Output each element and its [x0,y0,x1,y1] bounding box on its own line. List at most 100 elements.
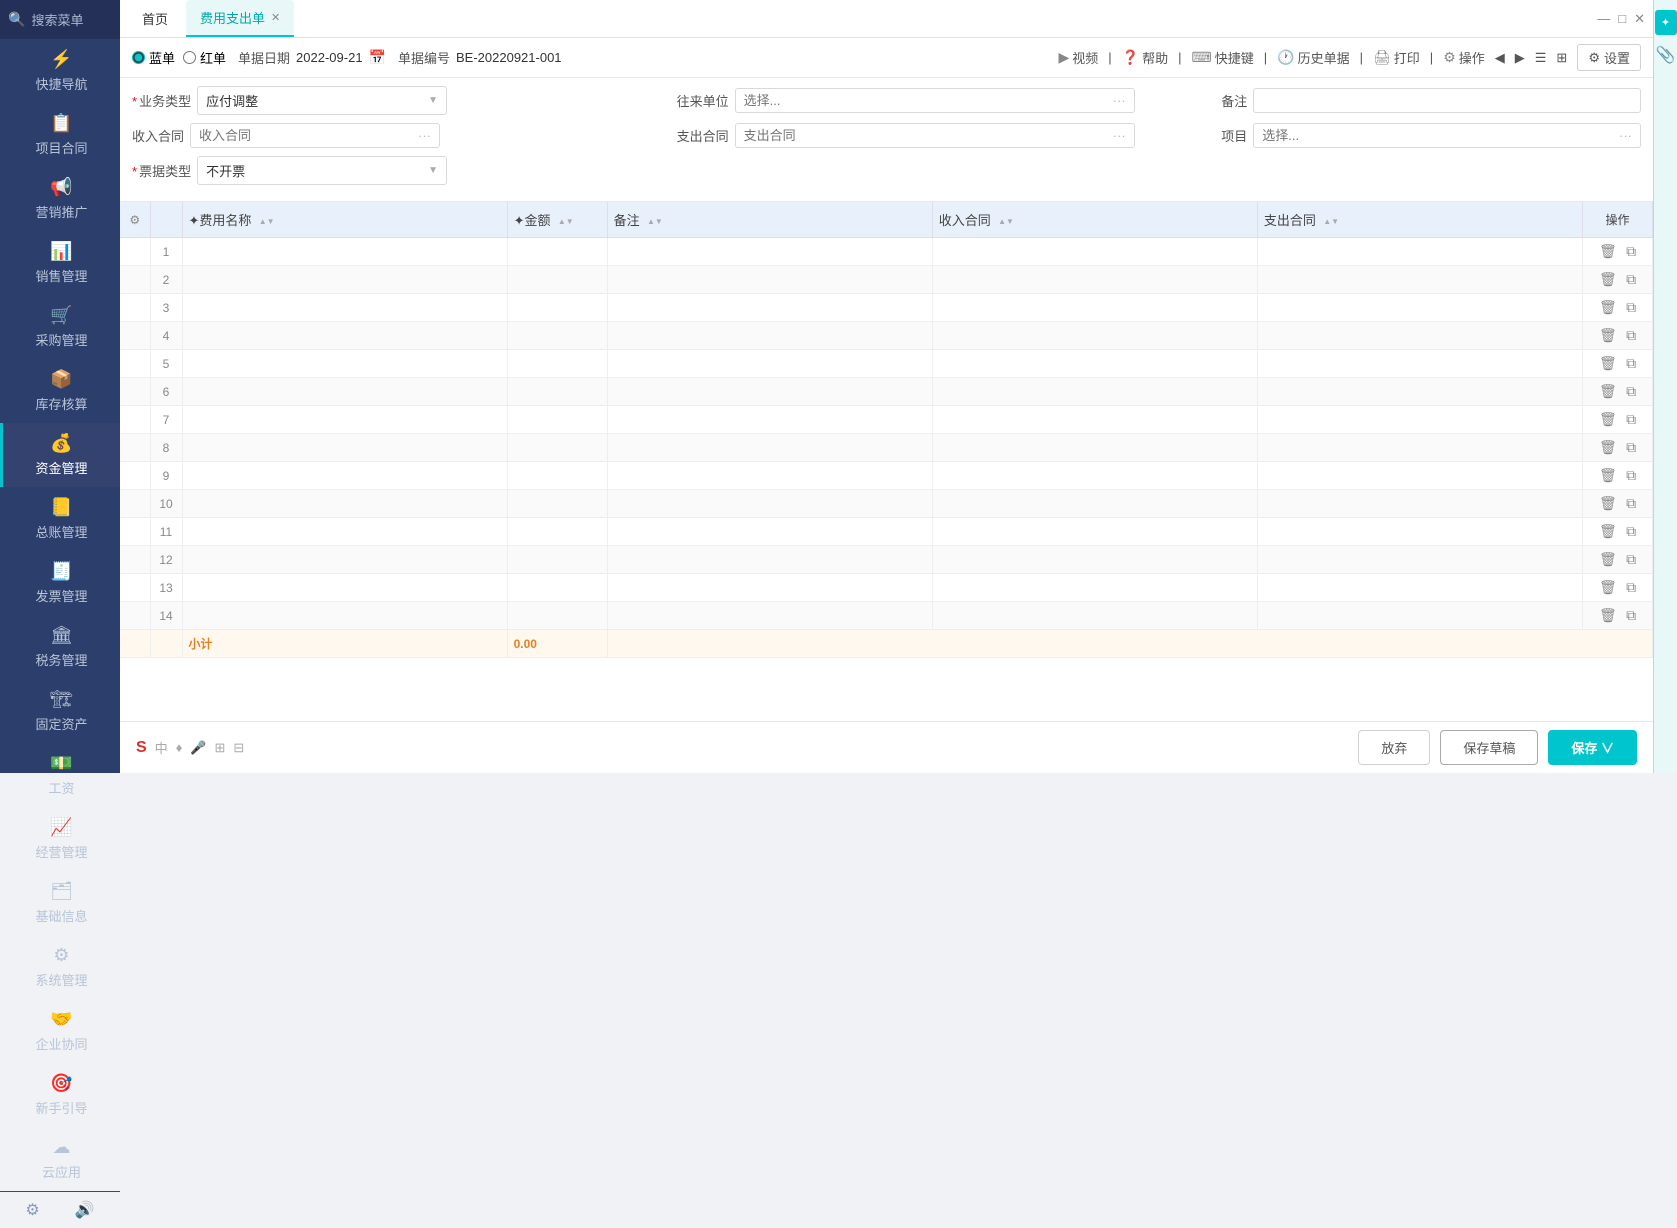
project-more-icon[interactable]: ··· [1619,128,1632,143]
expense-contract-cell-5[interactable] [1257,350,1582,378]
expense-contract-cell-11[interactable] [1257,518,1582,546]
amount-cell-7[interactable] [507,406,607,434]
toolbar-shortcut[interactable]: ⌨快捷键 [1192,48,1254,67]
setting-button[interactable]: ⚙ 设置 [1577,44,1641,71]
expense-name-cell-8[interactable] [182,434,507,462]
copy-row-12-btn[interactable]: ⧉ [1623,551,1639,568]
delete-row-7-btn[interactable]: 🗑 [1596,411,1620,428]
toolbar-history[interactable]: 🕐历史单据 [1277,48,1349,67]
expense-contract-cell-12[interactable] [1257,546,1582,574]
amount-cell-10[interactable] [507,490,607,518]
copy-row-5-btn[interactable]: ⧉ [1623,355,1639,372]
notes-cell-14[interactable] [607,602,932,630]
delete-row-8-btn[interactable]: 🗑 [1596,439,1620,456]
counterpart-more-icon[interactable]: ··· [1113,93,1126,108]
counterpart-input[interactable]: ··· [735,88,1135,113]
income-contract-cell-4[interactable] [932,322,1257,350]
delete-row-1-btn[interactable]: 🗑 [1596,243,1620,260]
income-contract-cell-1[interactable] [932,238,1257,266]
amount-cell-11[interactable] [507,518,607,546]
income-contract-cell-11[interactable] [932,518,1257,546]
expense-name-cell-6[interactable] [182,378,507,406]
income-contract-cell-9[interactable] [932,462,1257,490]
notes-cell-6[interactable] [607,378,932,406]
copy-row-14-btn[interactable]: ⧉ [1623,607,1639,624]
notes-sort[interactable]: ▲▼ [647,218,663,226]
toolbar-print[interactable]: 🖨打印 [1373,48,1420,67]
counterpart-text-input[interactable] [744,93,1109,108]
copy-row-9-btn[interactable]: ⧉ [1623,467,1639,484]
sidebar-item-cloud-apps[interactable]: ☁ 云应用 [0,1127,120,1191]
delete-row-4-btn[interactable]: 🗑 [1596,327,1620,344]
sidebar-item-invoice-mgmt[interactable]: 🧾 发票管理 [0,551,120,615]
toolbar-operation[interactable]: ⚙操作 [1443,48,1485,67]
table-settings-col[interactable]: ⚙ [120,202,150,238]
income-contract-input[interactable]: ··· [190,123,440,148]
expense-contract-cell-1[interactable] [1257,238,1582,266]
delete-row-10-btn[interactable]: 🗑 [1596,495,1620,512]
save-draft-button[interactable]: 保存草稿 [1440,730,1538,765]
expense-name-sort[interactable]: ▲▼ [259,218,275,226]
amount-cell-4[interactable] [507,322,607,350]
delete-row-11-btn[interactable]: 🗑 [1596,523,1620,540]
expense-name-cell-4[interactable] [182,322,507,350]
sidebar-item-fund-mgmt[interactable]: 💰 资金管理 [0,423,120,487]
income-contract-more-icon[interactable]: ··· [418,128,431,143]
copy-row-10-btn[interactable]: ⧉ [1623,495,1639,512]
amount-cell-9[interactable] [507,462,607,490]
close-window-icon[interactable]: ✕ [1634,11,1645,27]
settings-icon[interactable]: ⚙ [25,1200,39,1220]
right-panel-icon-1[interactable]: 📎 [1656,45,1676,65]
expense-contract-text-input[interactable] [744,128,1109,143]
sidebar-item-basic-info[interactable]: 🗂 基础信息 [0,871,120,935]
toolbar-grid-view[interactable]: ⊞ [1556,50,1567,66]
sidebar-item-inventory[interactable]: 📦 库存核算 [0,359,120,423]
notes-cell-2[interactable] [607,266,932,294]
expense-contract-cell-9[interactable] [1257,462,1582,490]
income-contract-cell-14[interactable] [932,602,1257,630]
toolbar-prev[interactable]: ◀ [1495,50,1505,66]
project-input[interactable]: ··· [1253,123,1641,148]
notes-cell-10[interactable] [607,490,932,518]
income-contract-cell-13[interactable] [932,574,1257,602]
income-contract-cell-7[interactable] [932,406,1257,434]
speaker-icon[interactable]: 🔊 [75,1200,95,1220]
amount-cell-8[interactable] [507,434,607,462]
amount-sort[interactable]: ▲▼ [558,218,574,226]
amount-cell-3[interactable] [507,294,607,322]
income-contract-cell-10[interactable] [932,490,1257,518]
sidebar-item-general-ledger[interactable]: 📒 总账管理 [0,487,120,551]
sidebar-item-enterprise-collab[interactable]: 🤝 企业协同 [0,999,120,1063]
income-contract-cell-12[interactable] [932,546,1257,574]
right-tab-active[interactable]: ✦ [1655,10,1677,35]
notes-cell-9[interactable] [607,462,932,490]
income-contract-cell-5[interactable] [932,350,1257,378]
notes-input[interactable] [1253,88,1641,113]
notes-cell-4[interactable] [607,322,932,350]
income-contract-text-input[interactable] [199,128,414,143]
expense-name-cell-5[interactable] [182,350,507,378]
sidebar-item-purchase-mgmt[interactable]: 🛒 采购管理 [0,295,120,359]
calendar-icon[interactable]: 📅 [369,49,386,66]
toolbar-next[interactable]: ▶ [1515,50,1525,66]
amount-cell-12[interactable] [507,546,607,574]
copy-row-4-btn[interactable]: ⧉ [1623,327,1639,344]
amount-cell-1[interactable] [507,238,607,266]
expense-contract-cell-13[interactable] [1257,574,1582,602]
expense-contract-cell-10[interactable] [1257,490,1582,518]
amount-cell-5[interactable] [507,350,607,378]
expense-name-cell-10[interactable] [182,490,507,518]
sidebar-item-tax-mgmt[interactable]: 🏛 税务管理 [0,615,120,679]
sidebar-item-fixed-assets[interactable]: 🏗 固定资产 [0,679,120,743]
expense-name-cell-7[interactable] [182,406,507,434]
sidebar-item-quick-nav[interactable]: ⚡ 快捷导航 [0,39,120,103]
save-button[interactable]: 保存 ∨ [1548,730,1637,765]
notes-cell-12[interactable] [607,546,932,574]
sidebar-item-business-mgmt[interactable]: 📈 经营管理 [0,807,120,871]
expense-contract-cell-8[interactable] [1257,434,1582,462]
business-type-select[interactable]: 应付调整 ▼ [197,86,447,115]
delete-row-3-btn[interactable]: 🗑 [1596,299,1620,316]
expense-name-cell-11[interactable] [182,518,507,546]
notes-cell-13[interactable] [607,574,932,602]
expense-name-cell-2[interactable] [182,266,507,294]
